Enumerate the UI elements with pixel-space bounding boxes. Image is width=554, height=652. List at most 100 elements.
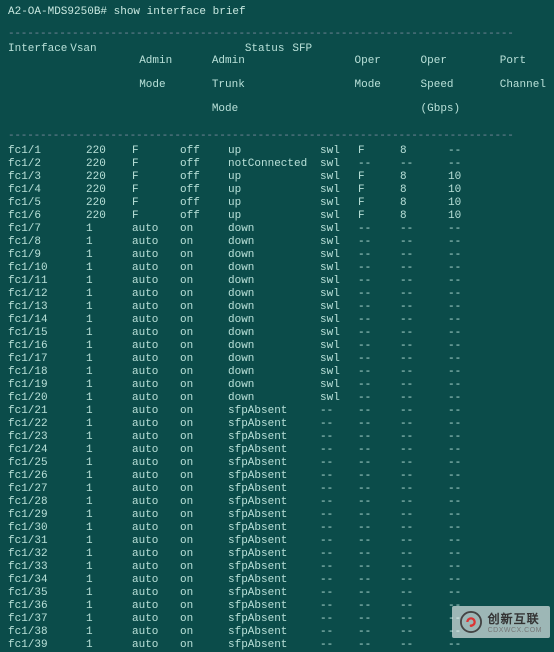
cell-oper-speed: -- bbox=[400, 275, 448, 288]
cell-trunk-mode: on bbox=[180, 548, 228, 561]
cell-oper-mode: -- bbox=[358, 431, 400, 444]
cell-status: down bbox=[228, 223, 320, 236]
cell-sfp: swl bbox=[320, 327, 358, 340]
table-row: fc1/221autoonsfpAbsent-------- bbox=[8, 418, 508, 431]
cell-oper-speed: -- bbox=[400, 158, 448, 171]
cell-admin-mode: F bbox=[132, 158, 180, 171]
cell-port-channel: -- bbox=[448, 509, 508, 522]
cell-interface: fc1/18 bbox=[8, 366, 86, 379]
cell-sfp: swl bbox=[320, 275, 358, 288]
cell-port-channel: -- bbox=[448, 275, 508, 288]
table-row: fc1/2220FoffnotConnectedswl------ bbox=[8, 158, 508, 171]
cell-admin-mode: auto bbox=[132, 483, 180, 496]
cell-trunk-mode: off bbox=[180, 197, 228, 210]
cell-admin-mode: auto bbox=[132, 561, 180, 574]
cell-interface: fc1/1 bbox=[8, 145, 86, 158]
cell-port-channel: -- bbox=[448, 470, 508, 483]
cell-vsan: 1 bbox=[86, 301, 132, 314]
command-prompt[interactable]: A2-OA-MDS9250B# show interface brief bbox=[8, 6, 546, 18]
cell-interface: fc1/12 bbox=[8, 288, 86, 301]
cell-sfp: -- bbox=[320, 431, 358, 444]
cell-interface: fc1/10 bbox=[8, 262, 86, 275]
cell-interface: fc1/35 bbox=[8, 587, 86, 600]
header-oper-mode-1: Oper bbox=[355, 55, 381, 67]
cell-sfp: swl bbox=[320, 340, 358, 353]
cell-trunk-mode: on bbox=[180, 353, 228, 366]
cell-admin-mode: F bbox=[132, 171, 180, 184]
cell-interface: fc1/39 bbox=[8, 639, 86, 652]
cell-port-channel: -- bbox=[448, 223, 508, 236]
cell-vsan: 1 bbox=[86, 418, 132, 431]
table-row: fc1/341autoonsfpAbsent-------- bbox=[8, 574, 508, 587]
cell-status: notConnected bbox=[228, 158, 320, 171]
cell-status: down bbox=[228, 392, 320, 405]
cell-oper-speed: -- bbox=[400, 444, 448, 457]
cell-interface: fc1/32 bbox=[8, 548, 86, 561]
cell-trunk-mode: on bbox=[180, 301, 228, 314]
interface-data-table: fc1/1220FoffupswlF8--fc1/2220FoffnotConn… bbox=[8, 145, 508, 652]
cell-interface: fc1/2 bbox=[8, 158, 86, 171]
cell-trunk-mode: on bbox=[180, 236, 228, 249]
cell-trunk-mode: on bbox=[180, 431, 228, 444]
cell-status: down bbox=[228, 288, 320, 301]
cell-sfp: -- bbox=[320, 444, 358, 457]
cell-oper-speed: -- bbox=[400, 405, 448, 418]
cell-sfp: swl bbox=[320, 314, 358, 327]
cell-admin-mode: auto bbox=[132, 574, 180, 587]
cell-trunk-mode: on bbox=[180, 535, 228, 548]
cell-vsan: 1 bbox=[86, 444, 132, 457]
cell-port-channel: 10 bbox=[448, 210, 508, 223]
cell-oper-speed: -- bbox=[400, 522, 448, 535]
cell-sfp: -- bbox=[320, 522, 358, 535]
cell-oper-mode: -- bbox=[358, 288, 400, 301]
table-row: fc1/91autoondownswl------ bbox=[8, 249, 508, 262]
cell-admin-mode: auto bbox=[132, 314, 180, 327]
header-oper-speed-3: (Gbps) bbox=[421, 103, 461, 115]
cell-oper-mode: -- bbox=[358, 392, 400, 405]
cell-trunk-mode: on bbox=[180, 470, 228, 483]
table-row: fc1/201autoondownswl------ bbox=[8, 392, 508, 405]
cell-vsan: 1 bbox=[86, 509, 132, 522]
cell-oper-mode: -- bbox=[358, 262, 400, 275]
cell-admin-mode: auto bbox=[132, 470, 180, 483]
cell-sfp: swl bbox=[320, 288, 358, 301]
table-row: fc1/171autoondownswl------ bbox=[8, 353, 508, 366]
cell-vsan: 1 bbox=[86, 327, 132, 340]
cell-vsan: 1 bbox=[86, 314, 132, 327]
cell-sfp: swl bbox=[320, 301, 358, 314]
cell-oper-mode: -- bbox=[358, 327, 400, 340]
cell-sfp: swl bbox=[320, 184, 358, 197]
cell-oper-speed: -- bbox=[400, 600, 448, 613]
cell-status: sfpAbsent bbox=[228, 613, 320, 626]
table-row: fc1/311autoonsfpAbsent-------- bbox=[8, 535, 508, 548]
table-row: fc1/151autoondownswl------ bbox=[8, 327, 508, 340]
cell-vsan: 220 bbox=[86, 197, 132, 210]
cell-interface: fc1/38 bbox=[8, 626, 86, 639]
cell-admin-mode: auto bbox=[132, 262, 180, 275]
cell-interface: fc1/24 bbox=[8, 444, 86, 457]
cell-oper-mode: -- bbox=[358, 249, 400, 262]
cell-interface: fc1/36 bbox=[8, 600, 86, 613]
cell-sfp: -- bbox=[320, 626, 358, 639]
cell-interface: fc1/37 bbox=[8, 613, 86, 626]
cell-interface: fc1/20 bbox=[8, 392, 86, 405]
cell-sfp: -- bbox=[320, 613, 358, 626]
cell-admin-mode: auto bbox=[132, 639, 180, 652]
cell-admin-mode: F bbox=[132, 197, 180, 210]
cell-vsan: 1 bbox=[86, 392, 132, 405]
table-row: fc1/4220FoffupswlF810 bbox=[8, 184, 508, 197]
cell-port-channel: -- bbox=[448, 158, 508, 171]
cell-oper-speed: -- bbox=[400, 496, 448, 509]
cell-port-channel: -- bbox=[448, 457, 508, 470]
cell-interface: fc1/27 bbox=[8, 483, 86, 496]
table-row: fc1/321autoonsfpAbsent-------- bbox=[8, 548, 508, 561]
cell-trunk-mode: on bbox=[180, 275, 228, 288]
cell-oper-speed: -- bbox=[400, 626, 448, 639]
cell-oper-speed: -- bbox=[400, 561, 448, 574]
cell-oper-mode: -- bbox=[358, 496, 400, 509]
cell-trunk-mode: on bbox=[180, 288, 228, 301]
cell-oper-mode: -- bbox=[358, 275, 400, 288]
table-row: fc1/101autoondownswl------ bbox=[8, 262, 508, 275]
cell-trunk-mode: off bbox=[180, 210, 228, 223]
cell-oper-speed: -- bbox=[400, 301, 448, 314]
